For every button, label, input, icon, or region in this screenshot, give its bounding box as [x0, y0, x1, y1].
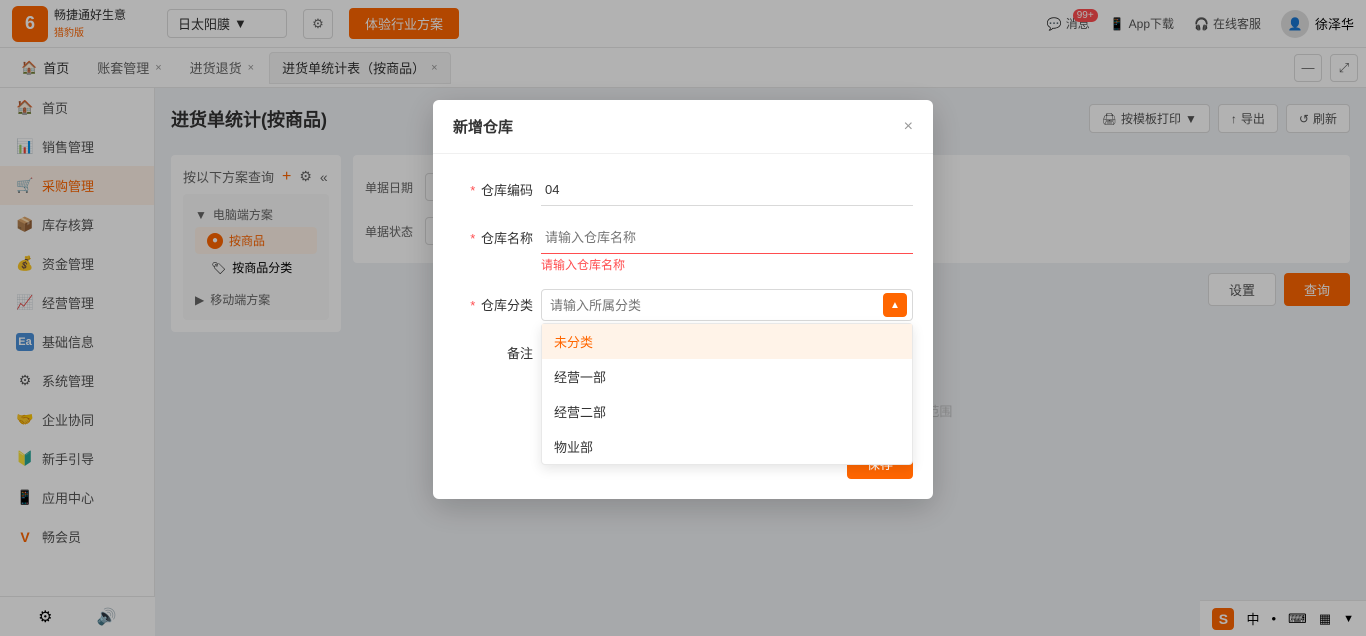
form-row-code: * 仓库编码 [453, 174, 913, 206]
modal-close-button[interactable]: × [904, 118, 913, 136]
warehouse-category-label: * 仓库分类 [453, 289, 533, 314]
warehouse-code-label: * 仓库编码 [453, 174, 533, 199]
dropdown-item-0[interactable]: 未分类 [542, 324, 912, 359]
warehouse-category-wrapper: ▲ 未分类 经营一部 经营二部 物业部 [541, 289, 913, 321]
dropdown-item-2[interactable]: 经营二部 [542, 394, 912, 429]
category-dropdown: 未分类 经营一部 经营二部 物业部 [541, 323, 913, 465]
modal-overlay: 新增仓库 × * 仓库编码 * 仓库名称 [0, 0, 1366, 636]
form-row-name: * 仓库名称 请输入仓库名称 [453, 222, 913, 273]
warehouse-name-wrapper: 请输入仓库名称 [541, 222, 913, 273]
dropdown-item-3[interactable]: 物业部 [542, 429, 912, 464]
note-label: 备注 [453, 337, 533, 362]
modal-body: * 仓库编码 * 仓库名称 请输入仓库名称 [433, 154, 933, 436]
warehouse-category-input[interactable] [541, 289, 913, 321]
warehouse-name-error: 请输入仓库名称 [541, 256, 913, 273]
dropdown-item-1[interactable]: 经营一部 [542, 359, 912, 394]
modal-title: 新增仓库 [453, 116, 513, 137]
category-input-wrapper: ▲ [541, 289, 913, 321]
category-toggle-button[interactable]: ▲ [883, 293, 907, 317]
warehouse-code-wrapper [541, 174, 913, 206]
warehouse-name-input[interactable] [541, 222, 913, 254]
form-row-category: * 仓库分类 ▲ 未分类 经营一部 经营二部 物业部 [453, 289, 913, 321]
warehouse-code-input[interactable] [541, 174, 913, 206]
warehouse-name-label: * 仓库名称 [453, 222, 533, 247]
modal-header: 新增仓库 × [433, 100, 933, 154]
modal-add-warehouse: 新增仓库 × * 仓库编码 * 仓库名称 [433, 100, 933, 499]
